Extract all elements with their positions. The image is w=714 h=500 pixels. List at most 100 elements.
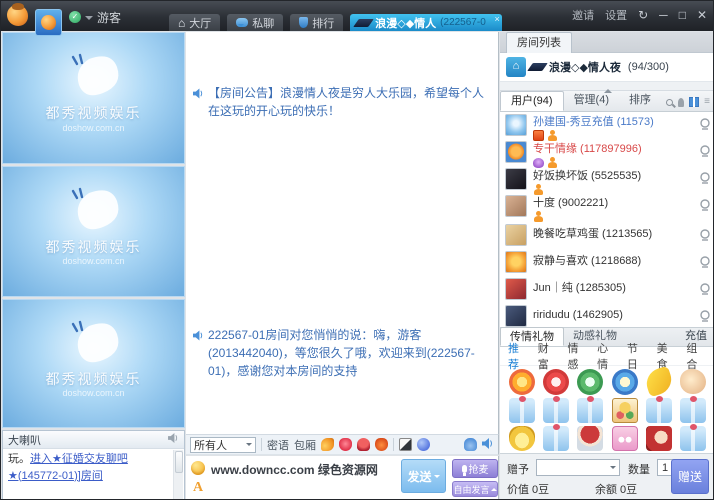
skin-icon[interactable]: ↻ — [638, 9, 648, 21]
gift-item[interactable] — [642, 425, 676, 451]
gift-item[interactable] — [608, 425, 642, 451]
user-row[interactable]: riridudu (1462905) — [500, 301, 714, 327]
gift-item[interactable] — [505, 368, 539, 395]
user-row[interactable]: Jun｜纯 (1285305) — [500, 274, 714, 301]
doshow-bird-logo — [59, 318, 129, 370]
font-style-button[interactable]: A — [193, 480, 203, 496]
online-status-icon[interactable]: ✓ — [69, 11, 81, 23]
status-dropdown-caret[interactable] — [85, 16, 93, 24]
doshow-window: ✓ 游客 ⌂ 大厅 私聊 排行 浪漫◇◆情人 (222567-0 × — [0, 0, 714, 500]
gift-item[interactable] — [608, 397, 642, 423]
search-icon[interactable] — [666, 99, 673, 106]
gift-item[interactable] — [573, 397, 607, 423]
chat-input-area[interactable]: www.downcc.com 绿色资源网 A 发送 抢麦 自由发言 — [186, 456, 499, 500]
gift-item[interactable] — [505, 397, 539, 423]
settings-button[interactable]: 设置 — [605, 7, 627, 23]
raise-hand-icon[interactable] — [464, 438, 477, 451]
gift-item[interactable] — [676, 397, 710, 423]
tab-current-room[interactable]: 浪漫◇◆情人 (222567-0 × — [350, 14, 502, 31]
tab-sort[interactable]: 排序 — [619, 91, 661, 111]
filter-icon[interactable]: ≡ — [704, 97, 710, 107]
gift-item[interactable] — [539, 368, 573, 395]
grab-mic-button[interactable]: 抢麦 — [452, 459, 498, 478]
user-row[interactable]: 十度 (9002221) — [500, 193, 714, 220]
pin-icon[interactable] — [678, 98, 684, 107]
tab-room-list[interactable]: 房间列表 — [506, 32, 572, 53]
webcam-icon[interactable] — [699, 278, 711, 298]
tab-admins[interactable]: 管理(4) — [564, 91, 619, 111]
balloon-icon[interactable] — [417, 438, 430, 451]
emoji-picker-icon[interactable] — [191, 461, 205, 475]
crown-card-icon — [612, 398, 638, 423]
avatar — [505, 305, 527, 327]
tab-users[interactable]: 用户(94) — [500, 91, 564, 111]
give-to-select[interactable] — [536, 459, 620, 476]
send-button[interactable]: 发送 — [401, 459, 446, 493]
webcam-icon[interactable] — [699, 224, 711, 244]
maximize-button[interactable]: □ — [679, 9, 686, 21]
video-panel-1[interactable]: 都秀视频娱乐 doshow.com.cn — [2, 32, 185, 164]
gift-item[interactable] — [676, 368, 710, 395]
gift-item[interactable] — [608, 368, 642, 395]
webcam-icon[interactable] — [699, 251, 711, 271]
webcam-icon[interactable] — [699, 305, 711, 325]
gift-item[interactable] — [539, 425, 573, 451]
grid-view-icon[interactable] — [689, 97, 699, 107]
user-row[interactable]: 晚餐吃草鸡蛋 (1213565) — [500, 220, 714, 247]
user-row[interactable]: 孙建国-秀豆充值 (11573) — [500, 112, 714, 139]
avatar — [505, 195, 527, 217]
user-row[interactable]: 好饭换坏饭 (5525535) — [500, 166, 714, 193]
chevron-down-icon — [246, 443, 252, 449]
gift-item[interactable] — [505, 425, 539, 451]
trumpet-icon[interactable] — [321, 438, 334, 451]
user-row[interactable]: 寂静与喜欢 (1218688) — [500, 247, 714, 274]
give-to-label: 赠予 — [507, 461, 529, 477]
invite-button[interactable]: 邀请 — [572, 7, 594, 23]
room-list-collapse[interactable] — [500, 82, 714, 91]
sound-icon[interactable] — [482, 438, 494, 452]
message-input[interactable]: www.downcc.com 绿色资源网 — [211, 461, 378, 478]
room-name: 浪漫◇◆情人夜 — [549, 59, 621, 75]
member-icon — [547, 157, 558, 168]
nav-tab-ranking[interactable]: 排行 — [290, 14, 343, 31]
webcam-icon[interactable] — [699, 167, 711, 187]
gift-item[interactable] — [642, 397, 676, 423]
room-tab-id: (222567-0 — [440, 17, 486, 28]
close-room-tab-icon[interactable]: × — [495, 14, 500, 24]
avatar — [505, 114, 527, 136]
gift-item[interactable] — [573, 425, 607, 451]
minimize-button[interactable]: ─ — [659, 9, 668, 21]
room-home-icon[interactable]: ⌂ — [506, 57, 526, 77]
heart-badge-icon — [533, 158, 544, 168]
close-button[interactable]: ✕ — [697, 9, 707, 21]
video-panel-2[interactable]: 都秀视频娱乐 doshow.com.cn — [2, 166, 185, 297]
audience-select[interactable]: 所有人 — [190, 437, 256, 453]
chat-log[interactable]: 【房间公告】浪漫情人夜是穷人大乐园，希望每个人在这玩的开心玩的快乐！ 22256… — [186, 32, 499, 434]
dice-game-icon[interactable] — [399, 438, 412, 451]
avatar — [505, 168, 527, 190]
kiss-icon[interactable] — [339, 438, 352, 451]
whisper-toggle[interactable]: 密语 — [267, 437, 289, 453]
booth-button[interactable]: 包厢 — [294, 437, 316, 453]
current-room-row[interactable]: ⌂ 浪漫◇◆情人夜 (94/300) — [500, 53, 714, 82]
user-name: 好饭换坏饭 (5525535) — [533, 167, 641, 183]
video-panel-3[interactable]: 都秀视频娱乐 doshow.com.cn — [2, 299, 185, 428]
user-avatar[interactable] — [35, 9, 62, 36]
send-gift-button[interactable]: 赠送 — [671, 459, 709, 494]
webcam-icon[interactable] — [699, 194, 711, 214]
gift-item[interactable] — [676, 425, 710, 451]
nav-tab-lobby[interactable]: ⌂ 大厅 — [169, 14, 220, 31]
gift-item[interactable] — [539, 397, 573, 423]
webcam-icon[interactable] — [699, 140, 711, 160]
lantern-icon[interactable] — [375, 438, 388, 451]
rose-icon[interactable] — [357, 438, 370, 451]
webcam-icon[interactable] — [699, 113, 711, 133]
user-row[interactable]: 专干情缘 (117897996) — [500, 139, 714, 166]
user-list[interactable]: 孙建国-秀豆充值 (11573) 专干情缘 (117897996) 好饭换坏饭 … — [500, 112, 714, 327]
gift-item[interactable] — [642, 368, 676, 395]
gift-item[interactable] — [573, 368, 607, 395]
free-talk-button[interactable]: 自由发言 — [452, 481, 498, 497]
horn-scrollbar[interactable] — [173, 450, 183, 499]
nav-tab-private-chat[interactable]: 私聊 — [227, 14, 283, 31]
horn-speaker-icon[interactable] — [168, 433, 179, 446]
